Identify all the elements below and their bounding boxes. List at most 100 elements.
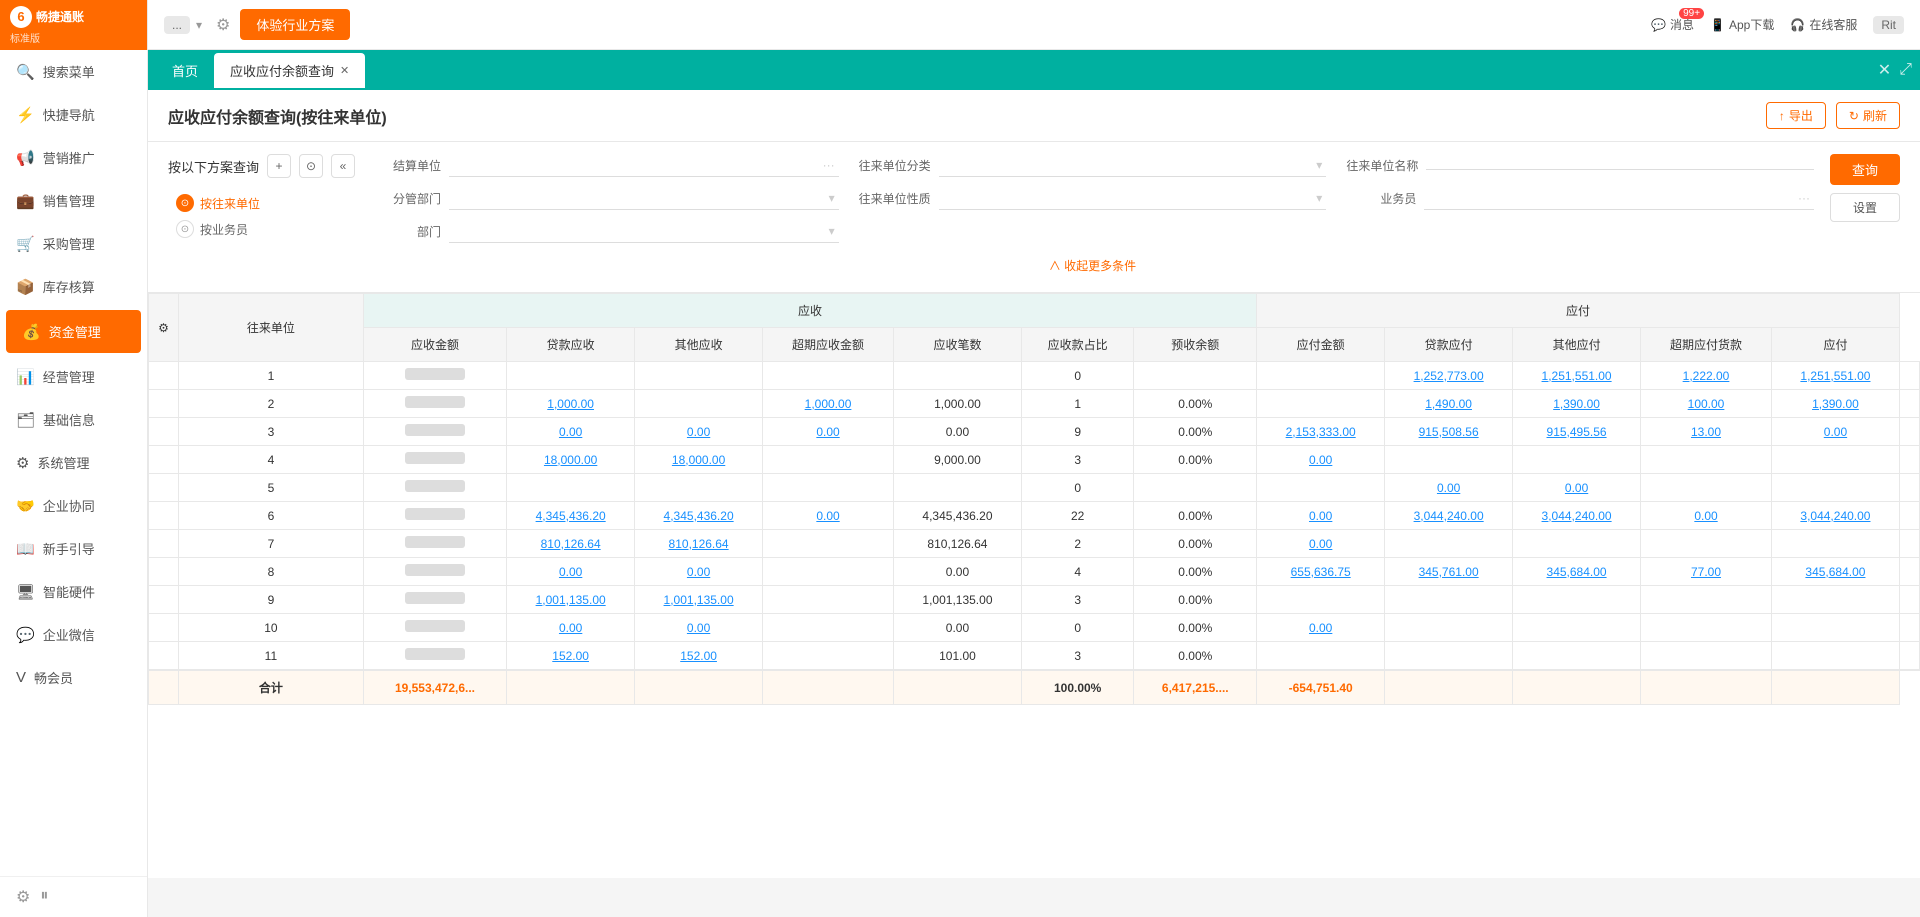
row-ar-loan[interactable]: 4,345,436.20 xyxy=(635,502,763,530)
app-download-button[interactable]: 📱 App下载 xyxy=(1710,16,1774,33)
row-ar-prepay[interactable]: 0.00 xyxy=(1257,530,1385,558)
row-ap-overdue[interactable]: 1,251,551.00 xyxy=(1771,362,1899,390)
settings-footer-icon[interactable]: ⚙ xyxy=(16,887,30,907)
row-ar-loan[interactable]: 0.00 xyxy=(635,558,763,586)
table-settings-col[interactable]: ⚙ xyxy=(149,294,179,362)
scheme-item-1[interactable]: ⊙ 按往来单位 xyxy=(176,190,355,216)
row-ar-amt[interactable]: 4,345,436.20 xyxy=(507,502,635,530)
row-ar-loan[interactable]: 152.00 xyxy=(635,642,763,671)
sidebar-item-hardware[interactable]: 🖥 智能硬件 xyxy=(0,570,147,613)
field-lwdwxz[interactable]: ▾ xyxy=(939,187,1327,210)
sidebar-item-purchase[interactable]: 🛒 采购管理 xyxy=(0,222,147,265)
sidebar-item-inventory[interactable]: 📦 库存核算 xyxy=(0,265,147,308)
row-ap-tail xyxy=(1899,614,1919,642)
row-ap-amt[interactable]: 0.00 xyxy=(1385,474,1513,502)
row-ap-other[interactable]: 1,222.00 xyxy=(1641,362,1772,390)
scheme-item-2[interactable]: ⊙ 按业务员 xyxy=(176,216,355,242)
row-ar-loan[interactable]: 0.00 xyxy=(635,614,763,642)
close-window-icon[interactable]: ✕ xyxy=(1878,60,1891,80)
row-ap-loan[interactable]: 345,684.00 xyxy=(1513,558,1641,586)
row-ar-other[interactable]: 0.00 xyxy=(763,418,894,446)
row-ar-ratio: 0.00% xyxy=(1134,446,1257,474)
tab-ar-balance[interactable]: 应收应付余额查询 ✕ xyxy=(214,53,365,88)
row-ap-other[interactable]: 13.00 xyxy=(1641,418,1772,446)
user-avatar[interactable]: Rit xyxy=(1873,16,1904,34)
row-ap-loan[interactable]: 1,390.00 xyxy=(1513,390,1641,418)
sidebar-item-finance[interactable]: 💰 资金管理 xyxy=(6,310,141,353)
gear-icon[interactable]: ⚙ xyxy=(216,15,230,35)
export-button[interactable]: ↑ 导出 xyxy=(1766,102,1826,129)
tab-home[interactable]: 首页 xyxy=(156,53,214,88)
row-ar-prepay[interactable]: 655,636.75 xyxy=(1257,558,1385,586)
message-button[interactable]: 💬 消息 99+ xyxy=(1651,16,1694,33)
sidebar-item-system[interactable]: ⚙ 系统管理 xyxy=(0,441,147,484)
field-jsdw[interactable]: ··· xyxy=(449,154,839,177)
row-ap-loan[interactable]: 0.00 xyxy=(1513,474,1641,502)
row-ar-amt[interactable]: 0.00 xyxy=(507,614,635,642)
row-ap-loan[interactable]: 1,251,551.00 xyxy=(1513,362,1641,390)
row-ap-amt[interactable]: 3,044,240.00 xyxy=(1385,502,1513,530)
row-ap-overdue[interactable]: 345,684.00 xyxy=(1771,558,1899,586)
query-button[interactable]: 查询 xyxy=(1830,154,1900,185)
filter-settings-icon[interactable]: ⊙ xyxy=(299,154,323,178)
row-ar-loan[interactable]: 810,126.64 xyxy=(635,530,763,558)
row-ar-loan[interactable]: 18,000.00 xyxy=(635,446,763,474)
row-ap-amt[interactable]: 345,761.00 xyxy=(1385,558,1513,586)
sidebar-item-management[interactable]: 📊 经营管理 xyxy=(0,355,147,398)
table-container[interactable]: ⚙ 往来单位 应收 应付 应收金额 贷款应收 其他应收 超期应收金额 应收笔数 xyxy=(148,293,1920,878)
row-ar-other[interactable]: 1,000.00 xyxy=(763,390,894,418)
row-ar-amt[interactable]: 1,001,135.00 xyxy=(507,586,635,614)
row-ap-amt xyxy=(1385,446,1513,474)
sidebar-item-wechat[interactable]: 💬 企业微信 xyxy=(0,613,147,656)
row-ap-loan[interactable]: 3,044,240.00 xyxy=(1513,502,1641,530)
online-service-button[interactable]: 🎧 在线客服 xyxy=(1790,16,1857,33)
row-ar-amt[interactable]: 810,126.64 xyxy=(507,530,635,558)
row-ap-overdue[interactable]: 1,390.00 xyxy=(1771,390,1899,418)
field-lwdwfl[interactable]: ▾ xyxy=(939,154,1327,177)
row-ar-amt[interactable]: 0.00 xyxy=(507,418,635,446)
sidebar-item-collab[interactable]: 🤝 企业协同 xyxy=(0,484,147,527)
row-ap-overdue[interactable]: 0.00 xyxy=(1771,418,1899,446)
sidebar-item-basic-info[interactable]: 🗂 基础信息 xyxy=(0,398,147,441)
row-ap-other[interactable]: 0.00 xyxy=(1641,502,1772,530)
refresh-button[interactable]: ↻ 刷新 xyxy=(1836,102,1900,129)
field-ywy[interactable]: ··· xyxy=(1424,187,1814,210)
row-ap-other[interactable]: 100.00 xyxy=(1641,390,1772,418)
add-filter-button[interactable]: + xyxy=(267,154,291,178)
row-ar-loan[interactable]: 0.00 xyxy=(635,418,763,446)
sidebar-item-member[interactable]: V 畅会员 xyxy=(0,656,147,699)
expand-icon[interactable]: ⤢ xyxy=(1899,61,1912,79)
collapse-footer-icon[interactable]: ⏸ xyxy=(40,887,48,907)
tab-close-icon[interactable]: ✕ xyxy=(340,64,349,77)
sidebar-item-guide[interactable]: 📖 新手引导 xyxy=(0,527,147,570)
row-ap-amt[interactable]: 1,490.00 xyxy=(1385,390,1513,418)
collapse-filter-icon[interactable]: « xyxy=(331,154,355,178)
row-ar-loan[interactable]: 1,001,135.00 xyxy=(635,586,763,614)
sidebar-item-search[interactable]: 🔍 搜索菜单 xyxy=(0,50,147,93)
row-ar-amt[interactable]: 152.00 xyxy=(507,642,635,671)
row-ap-overdue[interactable]: 3,044,240.00 xyxy=(1771,502,1899,530)
row-ap-loan[interactable]: 915,495.56 xyxy=(1513,418,1641,446)
field-bm[interactable]: ▾ xyxy=(449,220,839,243)
row-ar-amt[interactable]: 1,000.00 xyxy=(507,390,635,418)
row-ap-other[interactable]: 77.00 xyxy=(1641,558,1772,586)
row-ar-prepay[interactable]: 2,153,333.00 xyxy=(1257,418,1385,446)
row-ap-amt[interactable]: 1,252,773.00 xyxy=(1385,362,1513,390)
row-ar-amt[interactable]: 18,000.00 xyxy=(507,446,635,474)
promo-button[interactable]: 体验行业方案 xyxy=(240,9,350,40)
row-ar-prepay[interactable]: 0.00 xyxy=(1257,446,1385,474)
row-ar-other[interactable]: 0.00 xyxy=(763,502,894,530)
sidebar-item-sales[interactable]: 💼 销售管理 xyxy=(0,179,147,222)
sidebar-item-quicknav[interactable]: ⚡ 快捷导航 xyxy=(0,93,147,136)
row-ar-prepay[interactable]: 0.00 xyxy=(1257,614,1385,642)
row-ap-amt[interactable]: 915,508.56 xyxy=(1385,418,1513,446)
table-row: 101,252,773.001,251,551.001,222.001,251,… xyxy=(149,362,1920,390)
collapse-more-btn[interactable]: ∧ 收起更多条件 xyxy=(371,251,1814,280)
sidebar-item-marketing[interactable]: 📢 营销推广 xyxy=(0,136,147,179)
settings-button[interactable]: 设置 xyxy=(1830,193,1900,222)
field-fgbm[interactable]: ▾ xyxy=(449,187,839,210)
row-ar-prepay[interactable]: 0.00 xyxy=(1257,502,1385,530)
filter-row-jsdw: 结算单位 ··· xyxy=(371,154,839,177)
row-ar-amt[interactable]: 0.00 xyxy=(507,558,635,586)
field-lwdwmc[interactable] xyxy=(1426,161,1814,170)
